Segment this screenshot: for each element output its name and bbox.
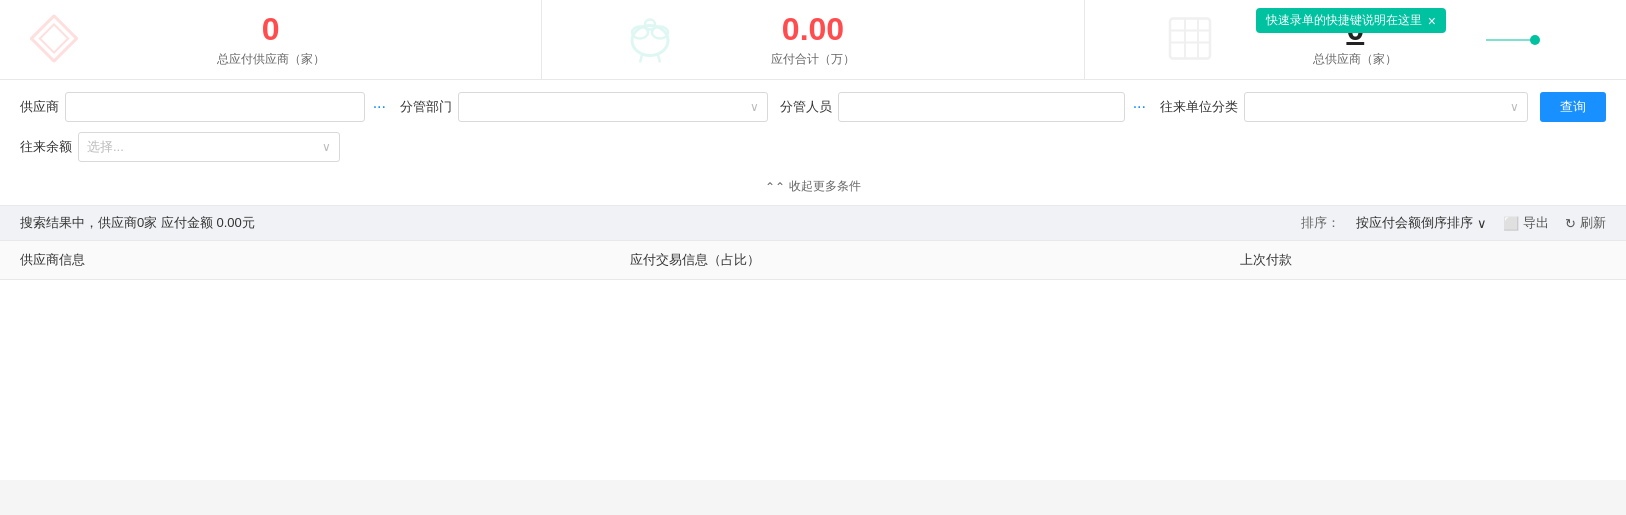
- department-arrow-icon: ∨: [750, 100, 759, 114]
- refresh-label: 刷新: [1580, 214, 1606, 232]
- department-select[interactable]: ∨: [458, 92, 768, 122]
- unit-label: 往来单位分类: [1160, 98, 1238, 116]
- export-icon: ⬜: [1503, 216, 1519, 231]
- collapse-up-icon: ⌃⌃: [765, 180, 785, 194]
- filter-group-unit: 往来单位分类 ∨: [1160, 92, 1528, 122]
- collapse-button[interactable]: ⌃⌃ 收起更多条件: [765, 178, 861, 195]
- results-bar: 搜索结果中，供应商0家 应付金额 0.00元 排序： 按应付会额倒序排序 ∨ ⬜…: [0, 206, 1626, 241]
- stat-label-2: 应付合计（万）: [771, 51, 855, 68]
- table-header: 供应商信息 应付交易信息（占比） 上次付款: [0, 241, 1626, 280]
- supplier-label: 供应商: [20, 98, 59, 116]
- pig-icon: [622, 11, 678, 70]
- export-label: 导出: [1523, 214, 1549, 232]
- collapse-label: 收起更多条件: [789, 178, 861, 195]
- col-header-last-payment: 上次付款: [1240, 251, 1606, 269]
- svg-line-7: [658, 55, 660, 63]
- filter-bar: 供应商 ··· 分管部门 ∨ 分管人员 ··· 往来单位分类 ∨ 查询: [0, 80, 1626, 206]
- filter-row-2: 往来余额 选择... ∨: [20, 132, 340, 162]
- filter-group-department: 分管部门 ∨: [400, 92, 768, 122]
- query-button[interactable]: 查询: [1540, 92, 1606, 122]
- stat-center-1: 0 总应付供应商（家）: [217, 12, 325, 68]
- collapse-row: ⌃⌃ 收起更多条件: [20, 172, 1606, 205]
- tooltip-bubble: 快速录单的快捷键说明在这里 ×: [1256, 8, 1446, 33]
- refresh-button[interactable]: ↻ 刷新: [1565, 214, 1606, 232]
- person-label: 分管人员: [780, 98, 832, 116]
- tooltip-line: [1486, 40, 1536, 41]
- unit-select[interactable]: ∨: [1244, 92, 1528, 122]
- stat-total-payable-suppliers: 0 总应付供应商（家）: [0, 0, 542, 80]
- table-container: 供应商信息 应付交易信息（占比） 上次付款: [0, 241, 1626, 480]
- svg-rect-0: [31, 16, 76, 61]
- stat-label-3: 总供应商（家）: [1313, 51, 1397, 68]
- refresh-icon: ↻: [1565, 216, 1576, 231]
- stat-center-2: 0.00 应付合计（万）: [771, 12, 855, 68]
- sort-select[interactable]: 按应付会额倒序排序 ∨: [1356, 214, 1487, 232]
- filter-group-supplier: 供应商 ···: [20, 92, 388, 122]
- stat-number-2: 0.00: [782, 12, 844, 47]
- svg-rect-8: [1170, 19, 1210, 59]
- tooltip-text: 快速录单的快捷键说明在这里: [1266, 12, 1422, 29]
- stats-bar: 0 总应付供应商（家） 0.00 应付合计（万） 快速录单的快捷键说明在这里 ×: [0, 0, 1626, 80]
- department-label: 分管部门: [400, 98, 452, 116]
- svg-line-6: [640, 55, 642, 63]
- balance-select[interactable]: 选择... ∨: [78, 132, 340, 162]
- balance-label: 往来余额: [20, 138, 72, 156]
- stat-total-suppliers: 快速录单的快捷键说明在这里 × 0 总供应商（家）: [1085, 0, 1626, 80]
- unit-arrow-icon: ∨: [1510, 100, 1519, 114]
- stat-payable-total: 0.00 应付合计（万）: [542, 0, 1084, 80]
- filter-group-balance: 往来余额 选择... ∨: [20, 132, 340, 162]
- person-dots-btn[interactable]: ···: [1131, 98, 1148, 116]
- person-input[interactable]: [838, 92, 1125, 122]
- sort-label: 排序：: [1301, 214, 1340, 232]
- results-right: 排序： 按应付会额倒序排序 ∨ ⬜ 导出 ↻ 刷新: [1301, 214, 1606, 232]
- filter-group-person: 分管人员 ···: [780, 92, 1148, 122]
- diamond-icon: [30, 15, 78, 66]
- balance-placeholder: 选择...: [87, 138, 124, 156]
- results-summary: 搜索结果中，供应商0家 应付金额 0.00元: [20, 214, 255, 232]
- close-icon[interactable]: ×: [1428, 14, 1436, 28]
- sort-arrow-icon: ∨: [1477, 216, 1487, 231]
- col-header-transaction-info: 应付交易信息（占比）: [630, 251, 1240, 269]
- stat-number-1: 0: [262, 12, 280, 47]
- col-header-supplier-info: 供应商信息: [20, 251, 630, 269]
- stat-label-1: 总应付供应商（家）: [217, 51, 325, 68]
- svg-rect-1: [40, 24, 68, 52]
- tooltip-dot: [1530, 35, 1540, 45]
- supplier-dots-btn[interactable]: ···: [371, 98, 388, 116]
- table-icon: [1165, 14, 1215, 67]
- filter-row-1: 供应商 ··· 分管部门 ∨ 分管人员 ··· 往来单位分类 ∨ 查询: [20, 92, 1606, 122]
- supplier-input[interactable]: [65, 92, 365, 122]
- table-body: [0, 280, 1626, 480]
- export-button[interactable]: ⬜ 导出: [1503, 214, 1549, 232]
- sort-value: 按应付会额倒序排序: [1356, 214, 1473, 232]
- balance-arrow-icon: ∨: [322, 140, 331, 154]
